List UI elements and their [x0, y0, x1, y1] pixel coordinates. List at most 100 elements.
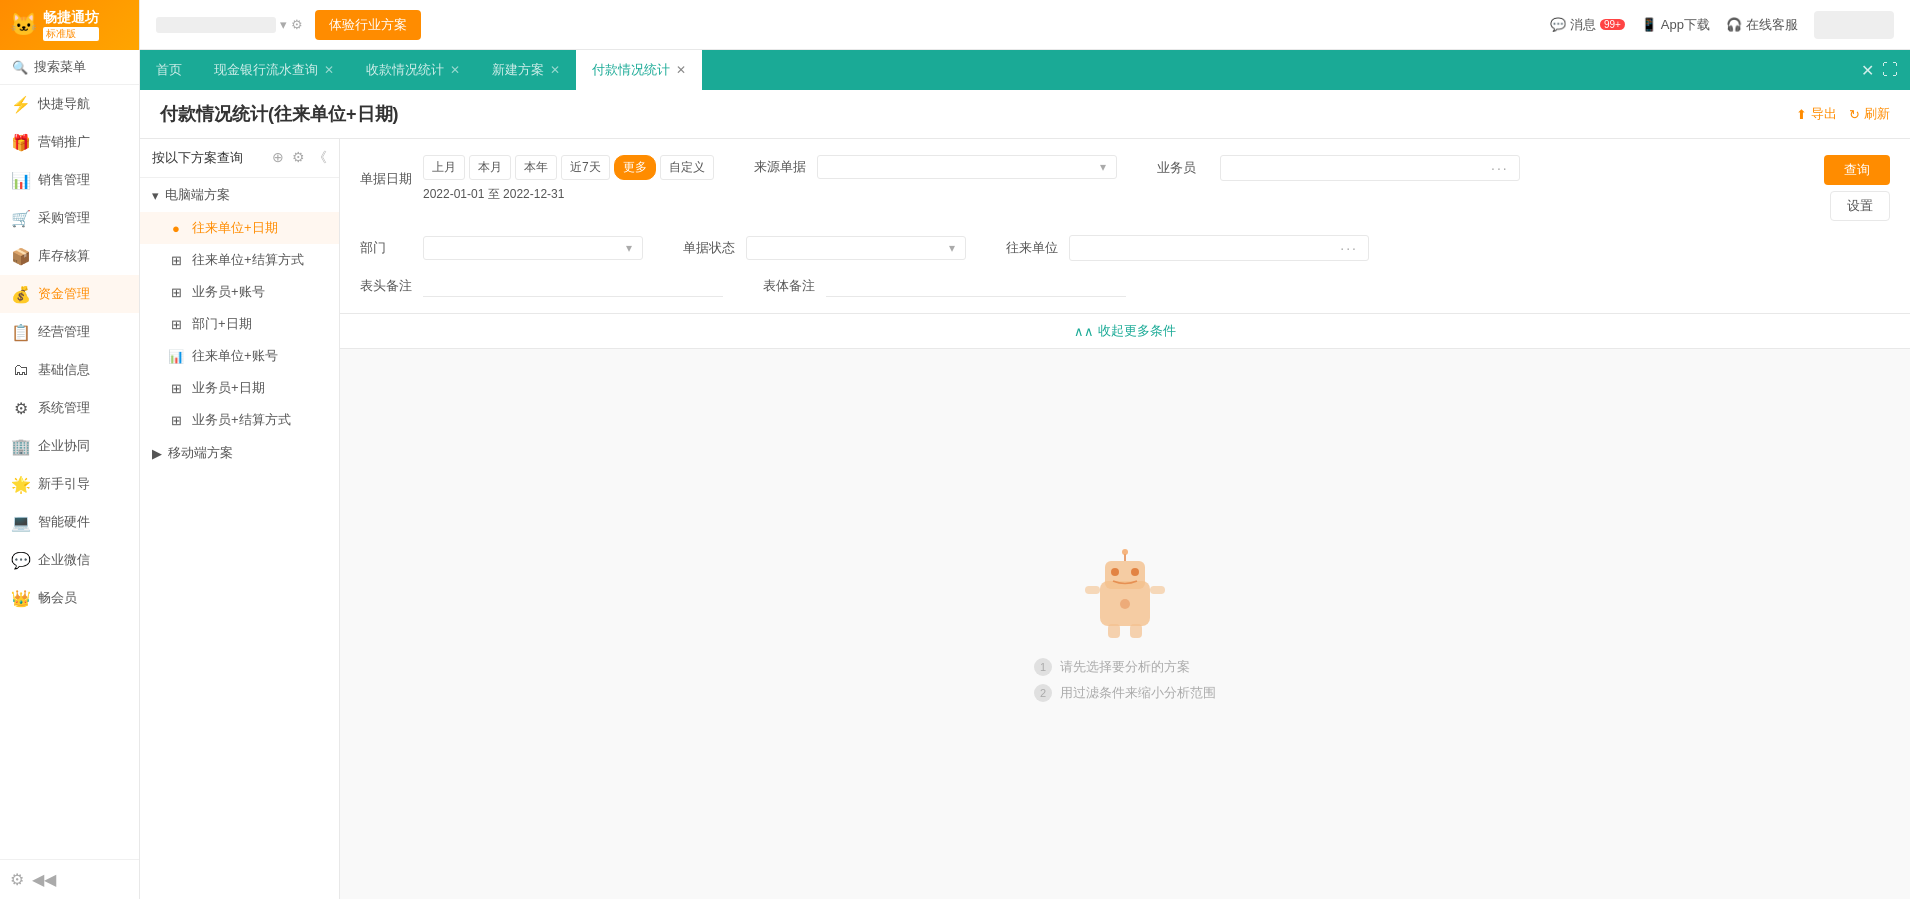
tab-new-close[interactable]: ✕	[550, 63, 560, 77]
collapse-btn[interactable]: ∧∧ 收起更多条件	[1074, 322, 1176, 340]
empty-state: 1 请先选择要分析的方案 2 用过滤条件来缩小分析范围	[1034, 546, 1216, 702]
sidebar-item-finance[interactable]: 💰 资金管理	[0, 275, 139, 313]
scheme-item-5[interactable]: ⊞ 业务员+日期	[140, 372, 339, 404]
inventory-icon: 📦	[12, 247, 30, 265]
search-label: 搜索菜单	[34, 58, 86, 76]
tab-new[interactable]: 新建方案 ✕	[476, 50, 576, 90]
sidebar-item-basicinfo[interactable]: 🗂 基础信息	[0, 351, 139, 389]
filter-row-1-fields: 单据日期 上月 本月 本年 近7天 更多 自定义	[360, 155, 1824, 203]
main-area: ▾ ⚙ 体验行业方案 💬 消息 99+ 📱 App下载 🎧 在线客服	[140, 0, 1910, 899]
sidebar-item-marketing[interactable]: 🎁 营销推广	[0, 123, 139, 161]
headernote-input[interactable]	[423, 275, 723, 297]
expand-tab-icon[interactable]: ⛶	[1882, 61, 1898, 79]
chevron-up-icon: ∧∧	[1074, 324, 1094, 339]
hardware-label: 智能硬件	[38, 513, 90, 531]
sidebar-item-operation[interactable]: 📋 经营管理	[0, 313, 139, 351]
date-btn-lastmonth[interactable]: 上月	[423, 155, 465, 180]
sidebar-item-guide[interactable]: 🌟 新手引导	[0, 465, 139, 503]
salesman-select[interactable]: ···	[1220, 155, 1520, 181]
app-download-btn[interactable]: 📱 App下载	[1641, 16, 1710, 34]
date-btn-more[interactable]: 更多	[614, 155, 656, 180]
guide-label: 新手引导	[38, 475, 90, 493]
collapse-label: 收起更多条件	[1098, 322, 1176, 340]
sidebar-item-inventory[interactable]: 📦 库存核算	[0, 237, 139, 275]
left-panel-title: 按以下方案查询	[152, 149, 243, 167]
scheme-item-2[interactable]: ⊞ 业务员+账号	[140, 276, 339, 308]
enterprise-icon: 🏢	[12, 437, 30, 455]
settings-icon[interactable]: ⚙	[291, 17, 303, 32]
nav-label: 快捷导航	[38, 95, 90, 113]
add-scheme-icon[interactable]: ⊕	[272, 149, 284, 167]
filter-dept-item: 部门 ▾	[360, 236, 643, 260]
date-btn-thismonth[interactable]: 本月	[469, 155, 511, 180]
docstatus-select[interactable]: ▾	[746, 236, 966, 260]
basicinfo-label: 基础信息	[38, 361, 90, 379]
date-btn-custom[interactable]: 自定义	[660, 155, 714, 180]
date-btn-thisyear[interactable]: 本年	[515, 155, 557, 180]
sidebar-item-purchase[interactable]: 🛒 采购管理	[0, 199, 139, 237]
dept-select[interactable]: ▾	[423, 236, 643, 260]
scheme-item-1[interactable]: ⊞ 往来单位+结算方式	[140, 244, 339, 276]
svg-point-5	[1122, 549, 1128, 555]
try-industry-btn[interactable]: 体验行业方案	[315, 10, 421, 40]
scheme-item-6[interactable]: ⊞ 业务员+结算方式	[140, 404, 339, 436]
filter-settings-btn[interactable]: 设置	[1830, 191, 1890, 221]
page-header: 付款情况统计(往来单位+日期) ⬆ 导出 ↻ 刷新	[140, 90, 1910, 139]
messages-label: 消息	[1570, 16, 1596, 34]
settings-scheme-icon[interactable]: ⚙	[292, 149, 305, 167]
tab-home[interactable]: 首页	[140, 50, 198, 90]
search-icon: 🔍	[12, 60, 28, 75]
tab-bank[interactable]: 现金银行流水查询 ✕	[198, 50, 350, 90]
tab-income[interactable]: 收款情况统计 ✕	[350, 50, 476, 90]
date-btn-7days[interactable]: 近7天	[561, 155, 610, 180]
collapse-left-icon[interactable]: 《	[313, 149, 327, 167]
topbar-actions: 💬 消息 99+ 📱 App下载 🎧 在线客服	[1550, 11, 1894, 39]
bodynote-input[interactable]	[826, 275, 1126, 297]
tab-payment-close[interactable]: ✕	[676, 63, 686, 77]
scheme-icon-2: ⊞	[168, 284, 184, 300]
tip-num-2: 2	[1034, 684, 1052, 702]
salesman-dots-icon[interactable]: ···	[1491, 160, 1509, 176]
collapse-sidebar-btn[interactable]: ◀◀	[32, 870, 56, 889]
scheme-icon-4: 📊	[168, 348, 184, 364]
download-icon: 📱	[1641, 17, 1657, 32]
tab-income-close[interactable]: ✕	[450, 63, 460, 77]
sidebar-item-sales[interactable]: 📊 销售管理	[0, 161, 139, 199]
source-select[interactable]: ▾	[817, 155, 1117, 179]
scheme-item-0[interactable]: ● 往来单位+日期	[140, 212, 339, 244]
scheme-group-mobile-label: 移动端方案	[168, 444, 233, 462]
sidebar-item-search[interactable]: 🔍 搜索菜单	[0, 50, 139, 85]
close-all-tabs-icon[interactable]: ✕	[1861, 61, 1874, 80]
sidebar-item-nav[interactable]: ⚡ 快捷导航	[0, 85, 139, 123]
sidebar-item-wechat[interactable]: 💬 企业微信	[0, 541, 139, 579]
sidebar-item-member[interactable]: 👑 畅会员	[0, 579, 139, 617]
online-service-btn[interactable]: 🎧 在线客服	[1726, 16, 1798, 34]
collapse-row: ∧∧ 收起更多条件	[340, 314, 1910, 348]
counterparty-select[interactable]: ···	[1069, 235, 1369, 261]
tab-bank-close[interactable]: ✕	[324, 63, 334, 77]
filter-headernote-item: 表头备注	[360, 275, 723, 297]
messages-btn[interactable]: 💬 消息 99+	[1550, 16, 1625, 34]
purchase-label: 采购管理	[38, 209, 90, 227]
export-btn[interactable]: ⬆ 导出	[1796, 105, 1837, 123]
query-btn[interactable]: 查询	[1824, 155, 1890, 185]
filter-right-actions: 查询 设置	[1824, 155, 1890, 221]
tab-payment[interactable]: 付款情况统计 ✕	[576, 50, 702, 90]
expand-mobile-icon: ▶	[152, 446, 162, 461]
sidebar-item-system[interactable]: ⚙ 系统管理	[0, 389, 139, 427]
sidebar-item-hardware[interactable]: 💻 智能硬件	[0, 503, 139, 541]
filter-salesman-item: 业务员 ···	[1157, 155, 1520, 181]
scheme-group-mobile-header[interactable]: ▶ 移动端方案	[140, 436, 339, 470]
user-avatar[interactable]	[1814, 11, 1894, 39]
export-label: 导出	[1811, 105, 1837, 123]
empty-tip-2: 2 用过滤条件来缩小分析范围	[1034, 684, 1216, 702]
refresh-btn[interactable]: ↻ 刷新	[1849, 105, 1890, 123]
sidebar-item-enterprise[interactable]: 🏢 企业协同	[0, 427, 139, 465]
settings-footer-btn[interactable]: ⚙	[10, 870, 24, 889]
docstatus-chevron-icon: ▾	[949, 241, 955, 255]
counterparty-dots-icon[interactable]: ···	[1340, 240, 1358, 256]
scheme-item-3[interactable]: ⊞ 部门+日期	[140, 308, 339, 340]
scheme-group-pc-header[interactable]: ▾ 电脑端方案	[140, 178, 339, 212]
online-service-label: 在线客服	[1746, 16, 1798, 34]
scheme-item-4[interactable]: 📊 往来单位+账号	[140, 340, 339, 372]
